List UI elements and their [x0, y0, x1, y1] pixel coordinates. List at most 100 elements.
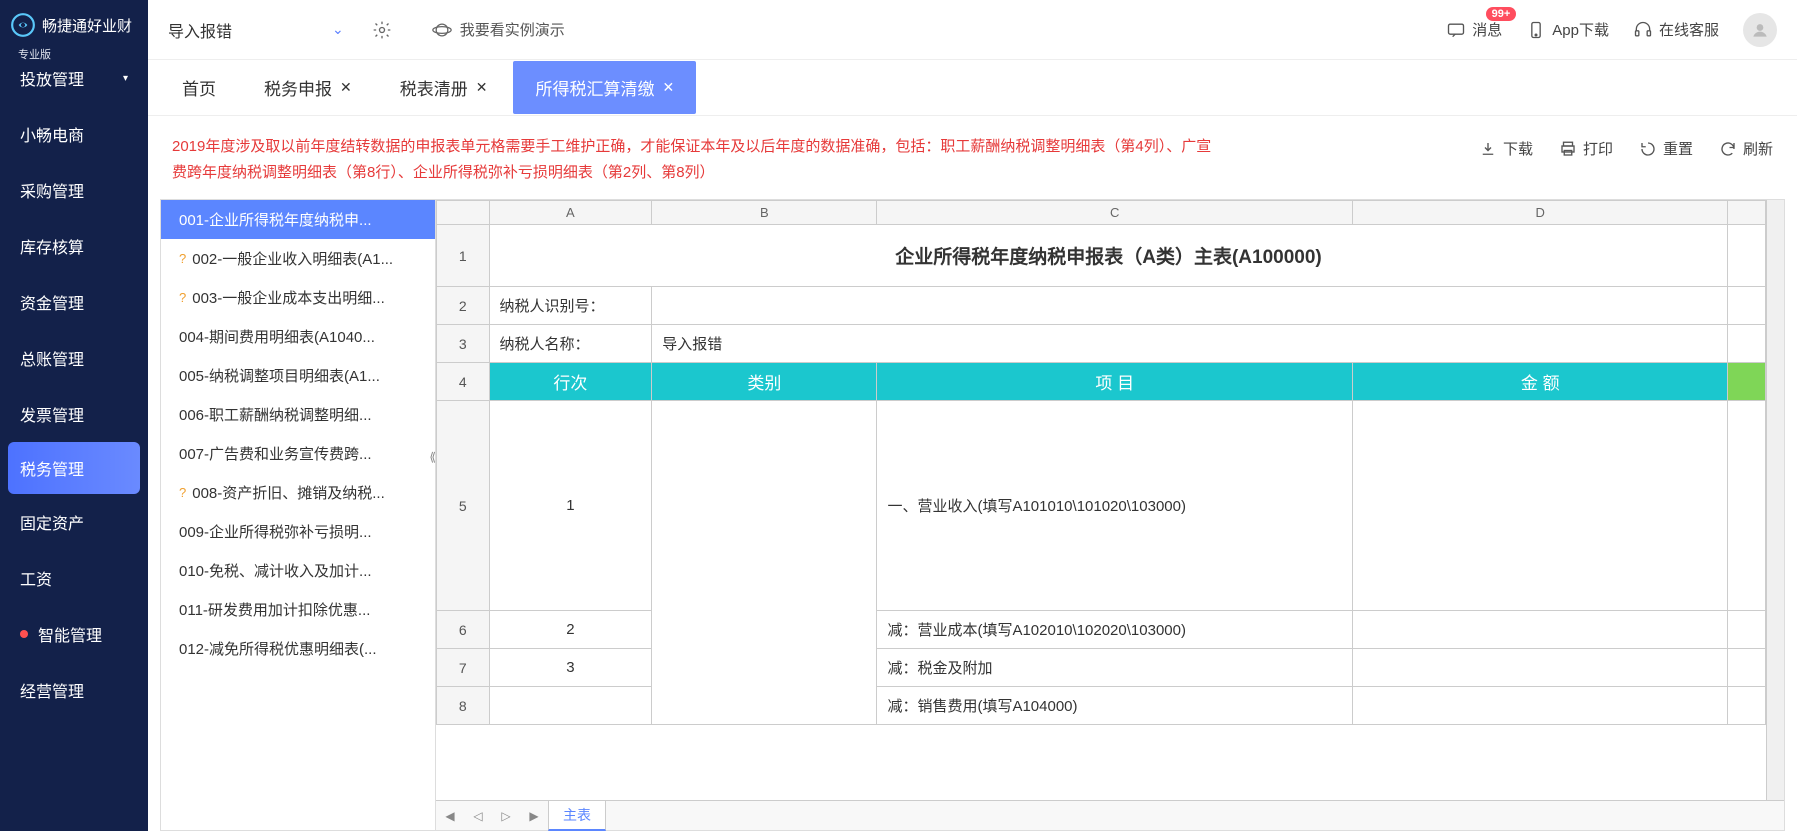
sheet-nav-prev[interactable]: ◁ [464, 809, 492, 823]
cell-amount[interactable] [1353, 611, 1728, 649]
col-header-a[interactable]: A [489, 201, 652, 225]
nav-item-8[interactable]: 固定资产 [0, 494, 148, 550]
tab-tax-register[interactable]: 税表清册✕ [378, 61, 510, 114]
col-category[interactable]: 类别 [652, 363, 877, 401]
app-download-button[interactable]: App下载 [1526, 19, 1609, 40]
cell-amount[interactable] [1353, 687, 1728, 725]
collapse-handle[interactable]: ⟪ [429, 450, 436, 464]
row-header[interactable]: 3 [437, 325, 490, 363]
spreadsheet: A B C D 1 企业所得税年度纳税申报表（A类）主表(A100000) [436, 199, 1785, 831]
vertical-scrollbar[interactable] [1766, 200, 1784, 800]
cell-item[interactable]: 减：销售费用(填写A104000) [877, 687, 1353, 725]
col-header-d[interactable]: D [1353, 201, 1728, 225]
close-icon[interactable]: ✕ [340, 79, 352, 96]
sheet-nav-last[interactable]: ▶ [520, 809, 548, 823]
sheet-title[interactable]: 企业所得税年度纳税申报表（A类）主表(A100000) [489, 225, 1728, 287]
form-item-006[interactable]: 006-职工薪酬纳税调整明细... [161, 395, 435, 434]
tab-home[interactable]: 首页 [160, 61, 238, 114]
org-dropdown[interactable]: 导入报错 ⌄ [168, 18, 344, 42]
demo-link[interactable]: 我要看实例演示 [432, 19, 565, 40]
form-item-010[interactable]: 010-免税、减计收入及加计... [161, 551, 435, 590]
sheet-corner[interactable] [437, 201, 490, 225]
sheet-nav-first[interactable]: ◀ [436, 809, 464, 823]
nav-item-7[interactable]: 税务管理 [8, 442, 140, 494]
download-button[interactable]: 下载 [1479, 138, 1533, 159]
cell-rownum[interactable]: 2 [489, 611, 652, 649]
print-button[interactable]: 打印 [1559, 138, 1613, 159]
cell-rownum[interactable]: 1 [489, 401, 652, 611]
form-item-004[interactable]: 004-期间费用明细表(A1040... [161, 317, 435, 356]
form-item-008[interactable]: ?008-资产折旧、摊销及纳税... [161, 473, 435, 512]
main: 导入报错 ⌄ 我要看实例演示 99+ 消息 App下载 在线 [148, 0, 1797, 831]
form-item-002[interactable]: ?002-一般企业收入明细表(A1... [161, 239, 435, 278]
nav-item-2[interactable]: 采购管理 [0, 162, 148, 218]
close-icon[interactable]: ✕ [662, 79, 674, 96]
nav-item-5[interactable]: 总账管理 [0, 330, 148, 386]
row-header[interactable]: 7 [437, 649, 490, 687]
topbar: 导入报错 ⌄ 我要看实例演示 99+ 消息 App下载 在线 [148, 0, 1797, 60]
tab-tax-declare[interactable]: 税务申报✕ [242, 61, 374, 114]
brand-name: 畅捷通好业财 [42, 15, 132, 36]
reset-icon [1639, 140, 1657, 158]
col-rownum[interactable]: 行次 [489, 363, 652, 401]
close-icon[interactable]: ✕ [476, 79, 488, 96]
settings-button[interactable] [372, 20, 392, 40]
download-icon [1479, 140, 1497, 158]
row-header[interactable]: 4 [437, 363, 490, 401]
nav-item-10[interactable]: 智能管理 [0, 606, 148, 662]
actions: 下载 打印 重置 刷新 [1479, 134, 1773, 159]
taxpayer-name-label[interactable]: 纳税人名称： [489, 325, 652, 363]
row-header[interactable]: 2 [437, 287, 490, 325]
chevron-down-icon: ▾ [123, 73, 128, 84]
cell-rownum[interactable]: 3 [489, 649, 652, 687]
sheet-tab-main[interactable]: 主表 [548, 800, 606, 831]
row-header[interactable]: 8 [437, 687, 490, 725]
form-item-005[interactable]: 005-纳税调整项目明细表(A1... [161, 356, 435, 395]
row-header[interactable]: 6 [437, 611, 490, 649]
sheet-footer: ◀ ◁ ▷ ▶ 主表 [436, 800, 1784, 830]
form-item-007[interactable]: 007-广告费和业务宣传费跨... [161, 434, 435, 473]
form-item-001[interactable]: 001-企业所得税年度纳税申... [161, 200, 435, 239]
nav-item-0[interactable]: 投放管理▾ [0, 72, 148, 106]
cell-item[interactable]: 一、营业收入(填写A101010\101020\103000) [877, 401, 1353, 611]
cell-amount[interactable] [1353, 649, 1728, 687]
row-header[interactable]: 1 [437, 225, 490, 287]
taxpayer-id-value[interactable] [652, 287, 1728, 325]
support-button[interactable]: 在线客服 [1633, 19, 1719, 40]
sheet-nav-next[interactable]: ▷ [492, 809, 520, 823]
col-header-b[interactable]: B [652, 201, 877, 225]
col-item[interactable]: 项 目 [877, 363, 1353, 401]
nav-item-1[interactable]: 小畅电商 [0, 106, 148, 162]
cell-rownum[interactable] [489, 687, 652, 725]
cell-item[interactable]: 减：税金及附加 [877, 649, 1353, 687]
cell-amount[interactable] [1353, 401, 1728, 611]
avatar[interactable] [1743, 13, 1777, 47]
col-amount[interactable]: 金 额 [1353, 363, 1728, 401]
col-header-extra[interactable] [1728, 201, 1766, 225]
nav: 投放管理▾ 小畅电商 采购管理 库存核算 资金管理 总账管理 发票管理 税务管理… [0, 72, 148, 831]
form-item-009[interactable]: 009-企业所得税弥补亏损明... [161, 512, 435, 551]
tab-income-tax[interactable]: 所得税汇算清缴✕ [513, 61, 696, 114]
cell-item[interactable]: 减：营业成本(填写A102010\102020\103000) [877, 611, 1353, 649]
gear-icon [372, 20, 392, 40]
reset-button[interactable]: 重置 [1639, 138, 1693, 159]
taxpayer-id-label[interactable]: 纳税人识别号： [489, 287, 652, 325]
sheet-scroll[interactable]: A B C D 1 企业所得税年度纳税申报表（A类）主表(A100000) [436, 200, 1766, 800]
nav-item-3[interactable]: 库存核算 [0, 218, 148, 274]
refresh-button[interactable]: 刷新 [1719, 138, 1773, 159]
nav-item-4[interactable]: 资金管理 [0, 274, 148, 330]
nav-item-9[interactable]: 工资 [0, 550, 148, 606]
form-item-011[interactable]: 011-研发费用加计扣除优惠... [161, 590, 435, 629]
alert-dot-icon [20, 630, 28, 638]
cell-category[interactable] [652, 401, 877, 725]
nav-item-11[interactable]: 经营管理 [0, 662, 148, 718]
nav-item-6[interactable]: 发票管理 [0, 386, 148, 442]
question-icon: ? [179, 251, 186, 266]
col-header-c[interactable]: C [877, 201, 1353, 225]
messages-button[interactable]: 99+ 消息 [1446, 19, 1502, 40]
brand-icon [10, 12, 36, 38]
row-header[interactable]: 5 [437, 401, 490, 611]
form-item-012[interactable]: 012-减免所得税优惠明细表(... [161, 629, 435, 668]
form-item-003[interactable]: ?003-一般企业成本支出明细... [161, 278, 435, 317]
taxpayer-name-value[interactable]: 导入报错 [652, 325, 1728, 363]
